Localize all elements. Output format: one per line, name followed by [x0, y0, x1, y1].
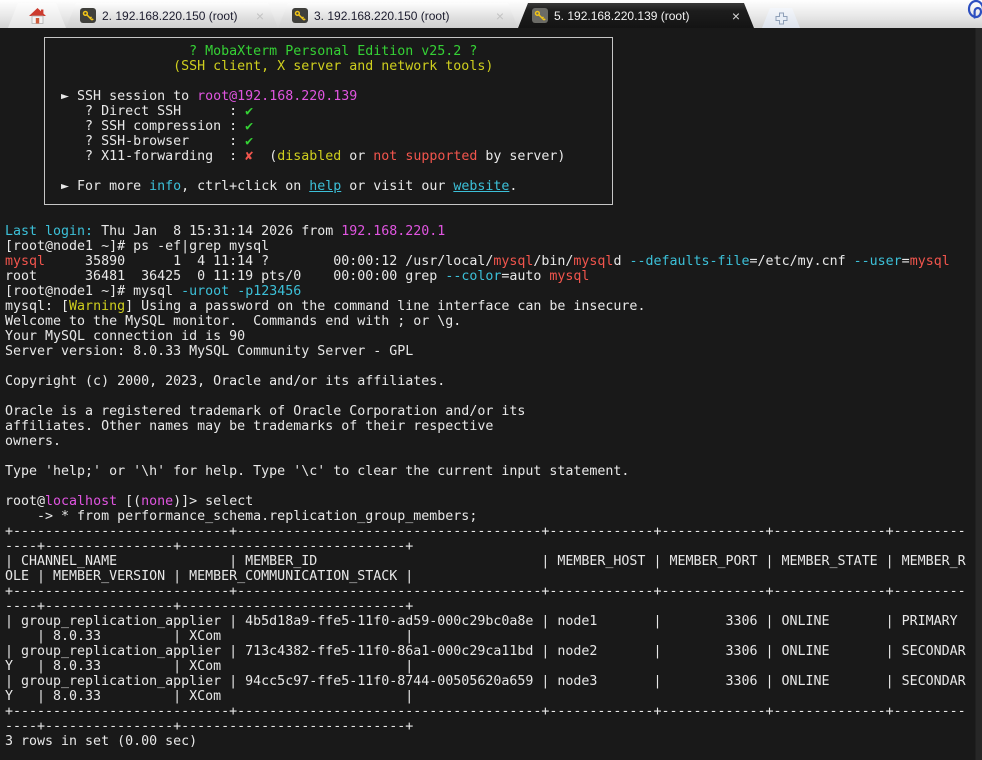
tab-home[interactable]: [8, 3, 66, 28]
terminal-line: [root@node1 ~]# mysql -uroot -p123456: [5, 284, 302, 299]
close-tab-icon[interactable]: ×: [246, 9, 264, 23]
terminal-line: Oracle is a registered trademark of Orac…: [5, 404, 526, 419]
tab-label: 3. 192.168.220.150 (root): [314, 8, 450, 23]
terminal-line: (SSH client, X server and network tools): [5, 59, 494, 74]
terminal-line: | group_replication_applier | 713c4382-f…: [5, 644, 966, 659]
terminal-line: ? MobaXterm Personal Edition v25.2 ?: [5, 44, 478, 59]
tab-session-3[interactable]: 3. 192.168.220.150 (root) ×: [278, 3, 518, 28]
tab-label: 5. 192.168.220.139 (root): [554, 8, 690, 23]
terminal-line: root@localhost [(none)]> select: [5, 494, 254, 509]
terminal-line: Y | 8.0.33 | XCom |: [5, 689, 414, 704]
tab-label: 2. 192.168.220.150 (root): [102, 8, 238, 23]
terminal-line: ► For more info, ctrl+click on help or v…: [5, 179, 518, 194]
ssh-key-icon: [292, 8, 308, 23]
tab-session-2[interactable]: 2. 192.168.220.150 (root) ×: [66, 3, 278, 28]
ssh-key-icon: [532, 8, 548, 23]
mobaxterm-window: 2. 192.168.220.150 (root) × 3. 192.168.2…: [0, 0, 982, 760]
terminal-line: | group_replication_applier | 4b5d18a9-f…: [5, 614, 966, 629]
terminal-line: root 36481 36425 0 11:19 pts/0 00:00:00 …: [5, 269, 590, 284]
scrollbar[interactable]: [975, 28, 982, 760]
terminal-line: Welcome to the MySQL monitor. Commands e…: [5, 314, 462, 329]
terminal-line: | CHANNEL_NAME | MEMBER_ID | MEMBER_HOST…: [5, 554, 966, 569]
terminal-line: OLE | MEMBER_VERSION | MEMBER_COMMUNICAT…: [5, 569, 414, 584]
terminal-line: Copyright (c) 2000, 2023, Oracle and/or …: [5, 374, 446, 389]
terminal-line: Your MySQL connection id is 90: [5, 329, 246, 344]
terminal-line: ? SSH compression : ✔: [5, 119, 254, 134]
terminal-line: ? Direct SSH : ✔: [5, 104, 254, 119]
terminal-line: +---------------------------+-----------…: [5, 524, 966, 539]
terminal-line: +---------------------------+-----------…: [5, 584, 966, 599]
terminal-output: ? MobaXterm Personal Edition v25.2 ? (SS…: [5, 44, 966, 749]
terminal-line: Y | 8.0.33 | XCom |: [5, 659, 414, 674]
terminal-line: mysql 35890 1 4 11:14 ? 00:00:12 /usr/lo…: [5, 254, 950, 269]
terminal-line: Server version: 8.0.33 MySQL Community S…: [5, 344, 414, 359]
terminal-line: Type 'help;' or '\h' for help. Type '\c'…: [5, 464, 630, 479]
close-tab-icon[interactable]: ×: [486, 9, 504, 23]
plus-icon: [775, 12, 788, 25]
mobaxterm-logo-icon: [965, 0, 982, 29]
new-tab-button[interactable]: [762, 8, 800, 28]
terminal-line: [root@node1 ~]# ps -ef|grep mysql: [5, 239, 270, 254]
home-icon: [28, 7, 47, 24]
terminal-line: ----+----------------+------------------…: [5, 599, 414, 614]
terminal-line: | 8.0.33 | XCom |: [5, 629, 414, 644]
terminal-line: ----+----------------+------------------…: [5, 719, 414, 734]
close-tab-icon[interactable]: ×: [722, 9, 740, 23]
terminal-line: Last login: Thu Jan 8 15:31:14 2026 from…: [5, 224, 446, 239]
tab-session-5-active[interactable]: 5. 192.168.220.139 (root) ×: [518, 3, 754, 28]
terminal-line: -> * from performance_schema.replication…: [5, 509, 478, 524]
terminal[interactable]: ? MobaXterm Personal Edition v25.2 ? (SS…: [0, 28, 982, 760]
terminal-line: ? X11-forwarding : ✘ (disabled or not su…: [5, 149, 566, 164]
terminal-line: affiliates. Other names may be trademark…: [5, 419, 494, 434]
tab-bar: 2. 192.168.220.150 (root) × 3. 192.168.2…: [0, 0, 982, 28]
terminal-line: mysql: [Warning] Using a password on the…: [5, 299, 646, 314]
ssh-key-icon: [80, 8, 96, 23]
terminal-line: ► SSH session to root@192.168.220.139: [5, 89, 358, 104]
terminal-line: +---------------------------+-----------…: [5, 704, 966, 719]
terminal-line: | group_replication_applier | 94cc5c97-f…: [5, 674, 966, 689]
terminal-line: ? SSH-browser : ✔: [5, 134, 254, 149]
terminal-line: owners.: [5, 434, 62, 449]
terminal-line: ----+----------------+------------------…: [5, 539, 414, 554]
terminal-line: 3 rows in set (0.00 sec): [5, 734, 198, 749]
